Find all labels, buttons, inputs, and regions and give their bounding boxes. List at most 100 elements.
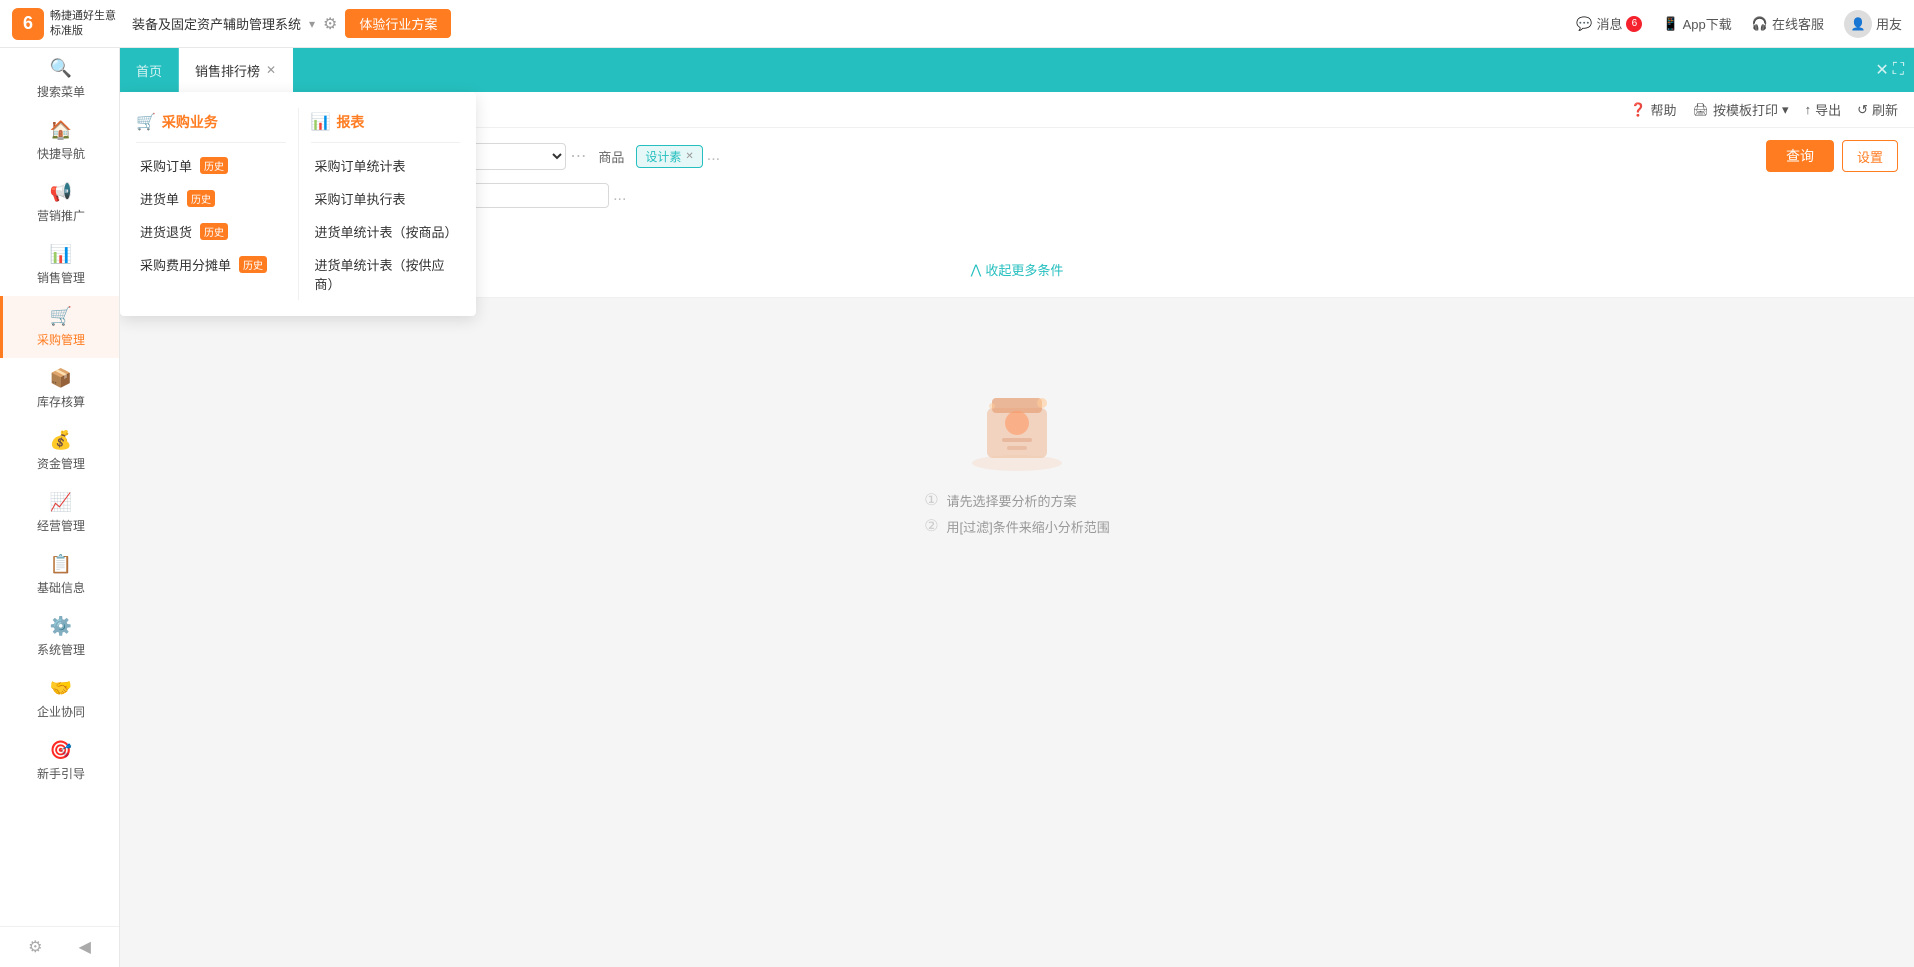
user-label: 用友 <box>1876 14 1902 33</box>
export-button[interactable]: ↑ 导出 <box>1805 100 1842 119</box>
sidebar-item-sales[interactable]: 📊 销售管理 <box>0 234 119 296</box>
online-service-label: 在线客服 <box>1772 14 1824 33</box>
collapse-sidebar-icon[interactable]: ◀ <box>79 937 91 957</box>
system-dropdown-icon[interactable]: ▾ <box>309 17 315 31</box>
sidebar-item-enterprise[interactable]: 🤝 企业协同 <box>0 668 119 730</box>
menu-item-po-exec[interactable]: 采购订单执行表 <box>311 182 461 215</box>
collapse-up-icon: ⋀ <box>971 262 982 278</box>
tab-close-icon[interactable]: ✕ <box>266 63 276 77</box>
sidebar-item-basicinfo-label: 基础信息 <box>37 579 85 596</box>
sidebar-item-basic-info[interactable]: 📋 基础信息 <box>0 544 119 606</box>
menu-item-goods-stats[interactable]: 进货单统计表（按商品） <box>311 215 461 248</box>
sidebar-item-purchase[interactable]: 🛒 采购管理 <box>0 296 119 358</box>
menu-section-purchase-title: 🛒 采购业务 <box>136 108 286 143</box>
content-area: 首页 销售排行榜 ✕ ✕ ⛶ 🛒 采购业务 采 <box>120 48 1914 967</box>
return-badge: 历史 <box>200 223 228 240</box>
menu-section-reports: 📊 报表 采购订单统计表 采购订单执行表 进货单统计表（按商品） 进货单统计表（… <box>311 108 461 300</box>
tab-home[interactable]: 首页 <box>120 48 179 92</box>
sales-icon: 📊 <box>50 244 72 265</box>
sidebar-item-search[interactable]: 🔍 搜索菜单 <box>0 48 119 110</box>
menu-item-po-stats[interactable]: 采购订单统计表 <box>311 149 461 182</box>
marketing-icon: 📢 <box>50 182 72 203</box>
sidebar-item-inventory-label: 库存核算 <box>37 393 85 410</box>
basicinfo-icon: 📋 <box>50 554 72 575</box>
system-settings-icon[interactable]: ⚙ <box>323 14 337 34</box>
headset-icon: 🎧 <box>1752 16 1768 32</box>
sidebar-bottom: ⚙ ◀ <box>0 926 119 967</box>
message-label: 消息 <box>1596 14 1622 33</box>
main-layout: 🔍 搜索菜单 🏠 快捷导航 📢 营销推广 📊 销售管理 🛒 采购管理 📦 库存核… <box>0 48 1914 967</box>
goods-stats-label: 进货单统计表（按商品） <box>315 222 457 241</box>
app-download-item[interactable]: 📱 App下载 <box>1662 14 1731 33</box>
empty-state: ① 请先选择要分析的方案 ② 用[过滤]条件来缩小分析范围 <box>120 298 1914 616</box>
purchase-section-icon: 🛒 <box>136 112 156 132</box>
finance-icon: 💰 <box>50 430 72 451</box>
help-button[interactable]: ❓ 帮助 <box>1630 100 1676 119</box>
cost-alloc-label: 采购费用分摊单 <box>140 255 231 274</box>
refresh-button[interactable]: ↺ 刷新 <box>1857 100 1898 119</box>
empty-hint2: 用[过滤]条件来缩小分析范围 <box>947 517 1110 536</box>
sidebar-item-guide[interactable]: 🎯 新手引导 <box>0 730 119 792</box>
sidebar-item-quicknav[interactable]: 🏠 快捷导航 <box>0 110 119 172</box>
guide-icon: 🎯 <box>50 740 72 761</box>
sidebar-item-finance-label: 资金管理 <box>37 455 85 472</box>
logo-text: 畅捷通好生意 标准版 <box>50 9 116 38</box>
industry-button[interactable]: 体验行业方案 <box>345 9 451 38</box>
operations-icon: 📈 <box>50 492 72 513</box>
query-button[interactable]: 查询 <box>1766 140 1834 172</box>
sidebar-item-operations[interactable]: 📈 经营管理 <box>0 482 119 544</box>
menu-section-purchase: 🛒 采购业务 采购订单 历史 进货单 历史 进货退货 历史 <box>136 108 286 300</box>
menu-item-cost-alloc[interactable]: 采购费用分摊单 历史 <box>136 248 286 281</box>
user-item[interactable]: 👤 用友 <box>1844 10 1902 38</box>
home-icon: 🏠 <box>50 120 72 141</box>
top-bar: 6 畅捷通好生意 标准版 装备及固定资产辅助管理系统 ▾ ⚙ 体验行业方案 💬 … <box>0 0 1914 48</box>
menu-divider <box>298 108 299 300</box>
tab-bar: 首页 销售排行榜 ✕ ✕ ⛶ 🛒 采购业务 采 <box>120 48 1914 92</box>
online-service-item[interactable]: 🎧 在线客服 <box>1752 14 1824 33</box>
message-item[interactable]: 💬 消息 6 <box>1576 14 1642 33</box>
sidebar-item-inventory[interactable]: 📦 库存核算 <box>0 358 119 420</box>
salesman-dots[interactable]: ... <box>613 187 626 205</box>
reports-section-icon: 📊 <box>311 112 331 132</box>
purchase-order-badge: 历史 <box>200 157 228 174</box>
sidebar-item-purchase-label: 采购管理 <box>37 331 85 348</box>
enterprise-icon: 🤝 <box>50 678 72 699</box>
goods-dots[interactable]: ... <box>707 147 720 165</box>
inventory-icon: 📦 <box>50 368 72 389</box>
settings-bottom-icon[interactable]: ⚙ <box>28 937 42 957</box>
purchase-icon: 🛒 <box>50 306 72 327</box>
top-bar-middle: 装备及固定资产辅助管理系统 ▾ ⚙ 体验行业方案 <box>132 9 1576 38</box>
tab-fullscreen-icon[interactable]: ⛶ <box>1893 61 1904 79</box>
po-stats-label: 采购订单统计表 <box>315 156 406 175</box>
cost-alloc-badge: 历史 <box>239 256 267 273</box>
menu-item-return[interactable]: 进货退货 历史 <box>136 215 286 248</box>
purchase-dropdown-menu: 🛒 采购业务 采购订单 历史 进货单 历史 进货退货 历史 <box>120 92 476 316</box>
export-icon: ↑ <box>1805 102 1812 117</box>
goods-tag-close[interactable]: ✕ <box>685 151 693 162</box>
tab-bar-actions: ✕ ⛶ <box>1865 60 1914 80</box>
goods-label: 商品 <box>598 147 624 166</box>
app-download-label: App下载 <box>1683 14 1732 33</box>
logo-icon: 6 <box>12 8 44 40</box>
sidebar-item-marketing-label: 营销推广 <box>37 207 85 224</box>
tab-home-label: 首页 <box>136 61 162 80</box>
menu-item-purchase-order[interactable]: 采购订单 历史 <box>136 149 286 182</box>
sidebar-item-guide-label: 新手引导 <box>37 765 85 782</box>
sidebar-item-finance[interactable]: 💰 资金管理 <box>0 420 119 482</box>
sidebar-item-marketing[interactable]: 📢 营销推广 <box>0 172 119 234</box>
sidebar-item-system-label: 系统管理 <box>37 641 85 658</box>
logo: 6 畅捷通好生意 标准版 <box>12 8 132 40</box>
return-label: 进货退货 <box>140 222 192 241</box>
tab-sales-rank[interactable]: 销售排行榜 ✕ <box>179 48 293 92</box>
refresh-icon: ↺ <box>1857 102 1868 118</box>
print-dropdown-icon[interactable]: ▾ <box>1782 102 1789 118</box>
settings-button[interactable]: 设置 <box>1842 140 1898 172</box>
sidebar-item-system[interactable]: ⚙️ 系统管理 <box>0 606 119 668</box>
menu-item-supplier-stats[interactable]: 进货单统计表（按供应商） <box>311 248 461 300</box>
menu-item-incoming[interactable]: 进货单 历史 <box>136 182 286 215</box>
sidebar-item-sales-label: 销售管理 <box>37 269 85 286</box>
po-exec-label: 采购订单执行表 <box>315 189 406 208</box>
tab-close-all-icon[interactable]: ✕ <box>1875 60 1888 80</box>
print-button[interactable]: 🖨 按模板打印 ▾ <box>1693 100 1789 119</box>
menu-section-reports-title: 📊 报表 <box>311 108 461 143</box>
